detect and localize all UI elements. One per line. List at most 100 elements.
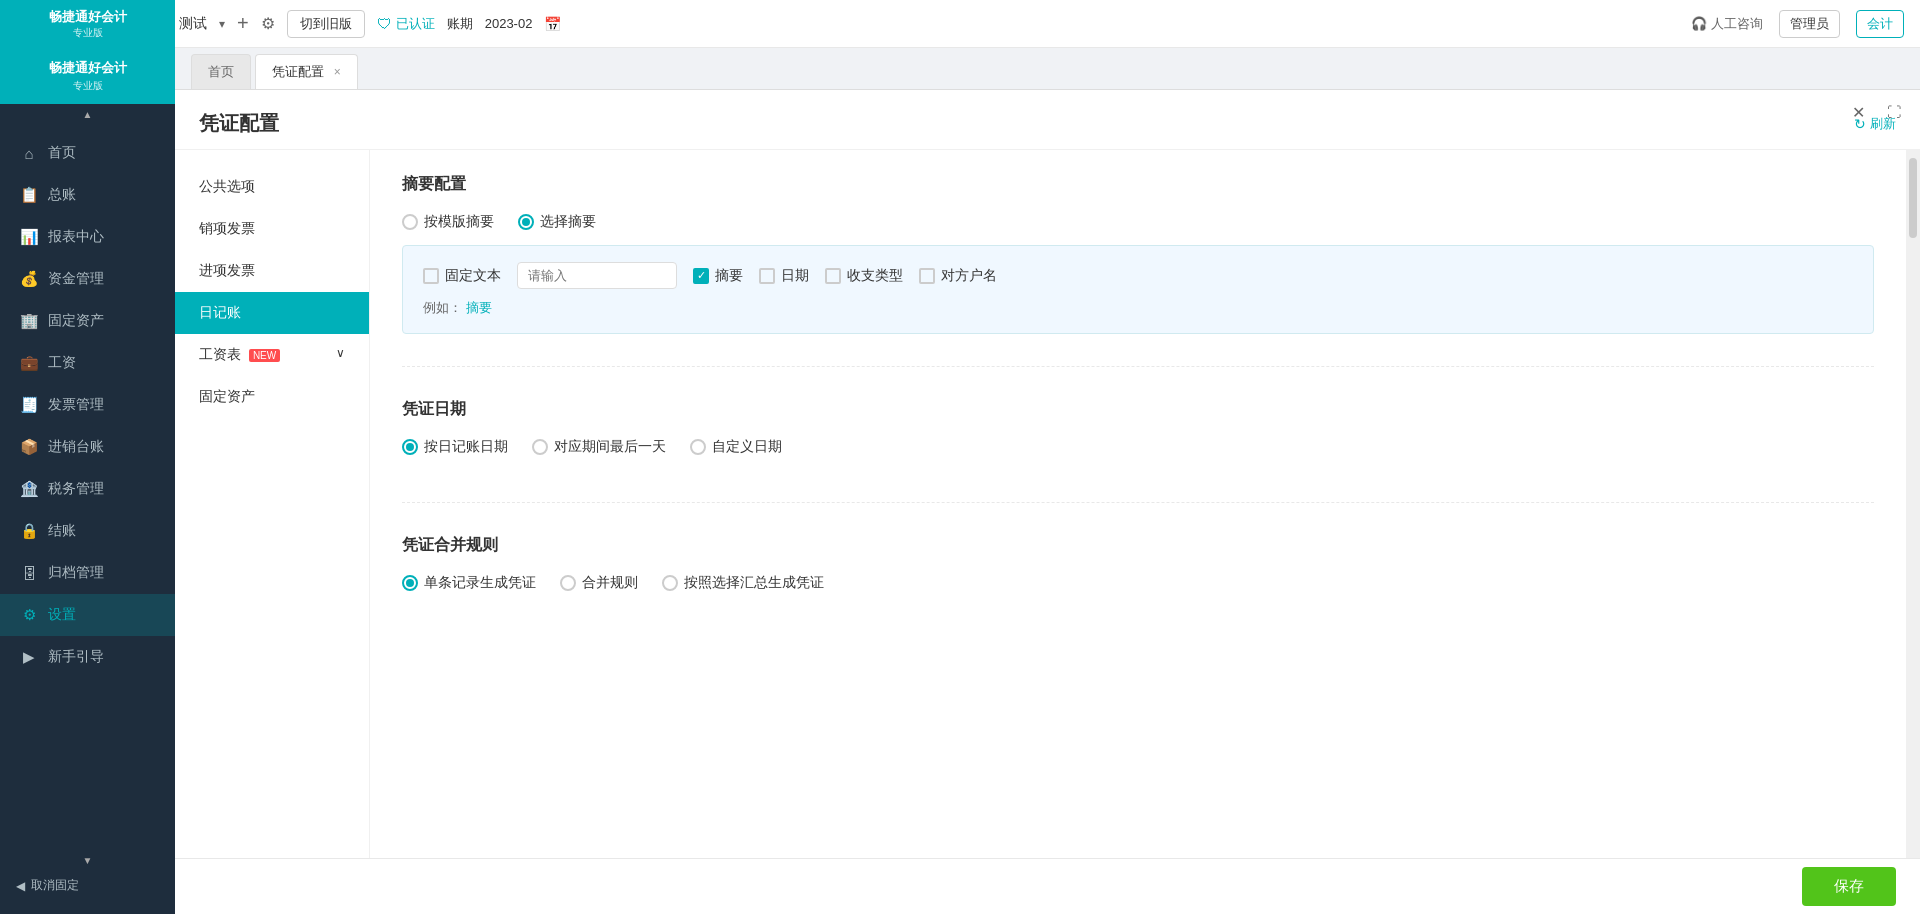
- pin-icon: ◀: [16, 879, 25, 893]
- bottom-bar: 保存: [175, 858, 1920, 914]
- checkbox-payment-type-box: [825, 268, 841, 284]
- sidebar-item-invoice[interactable]: 🧾 发票管理: [0, 384, 175, 426]
- voucher-date-radio-custom[interactable]: 自定义日期: [690, 438, 782, 456]
- scroll-thumb: [1909, 158, 1917, 238]
- merge-rule-radio-select-sum[interactable]: 按照选择汇总生成凭证: [662, 574, 824, 592]
- left-nav-fixed-assets-label: 固定资产: [199, 388, 255, 404]
- voucher-date-radio-period-last[interactable]: 对应期间最后一天: [532, 438, 666, 456]
- topbar-right: 🎧 人工咨询 管理员 会计: [1691, 10, 1904, 38]
- left-nav-purchase-invoice-label: 进项发票: [199, 262, 255, 278]
- sidebar-scroll-down[interactable]: ▼: [0, 850, 175, 870]
- merge-rule-radio-merge[interactable]: 合并规则: [560, 574, 638, 592]
- example-text: 例如： 摘要: [423, 299, 1853, 317]
- merge-rule-radio-single-label: 单条记录生成凭证: [424, 574, 536, 592]
- sidebar-item-label-assets: 固定资产: [48, 312, 104, 330]
- summary-radio-template[interactable]: 按模版摘要: [402, 213, 494, 231]
- sidebar-item-ledger[interactable]: 📋 总账: [0, 174, 175, 216]
- summary-radio-select-circle: [518, 214, 534, 230]
- sidebar-item-settings[interactable]: ⚙ 设置: [0, 594, 175, 636]
- checkbox-payment-type[interactable]: 收支类型: [825, 267, 903, 285]
- left-nav-public-label: 公共选项: [199, 178, 255, 194]
- sidebar-item-assets[interactable]: 🏢 固定资产: [0, 300, 175, 342]
- role-button[interactable]: 会计: [1856, 10, 1904, 38]
- sidebar-item-guide[interactable]: ▶ 新手引导: [0, 636, 175, 678]
- logo-sub: 专业版: [73, 26, 103, 40]
- sidebar-scroll-up[interactable]: ▲: [0, 104, 175, 124]
- left-nav-sales-invoice-label: 销项发票: [199, 220, 255, 236]
- merge-rule-radio-single[interactable]: 单条记录生成凭证: [402, 574, 536, 592]
- voucher-date-radio-journal-circle: [402, 439, 418, 455]
- old-version-button[interactable]: 切到旧版: [287, 10, 365, 38]
- checkbox-date[interactable]: 日期: [759, 267, 809, 285]
- tab-voucher-config-label: 凭证配置: [272, 64, 324, 79]
- merge-rule-radio-select-sum-label: 按照选择汇总生成凭证: [684, 574, 824, 592]
- page-header: 凭证配置 ↻ 刷新: [175, 90, 1920, 150]
- cancel-pin-label: 取消固定: [31, 877, 79, 894]
- main-layout: 畅捷通好会计 专业版 ▲ ⌂ 首页 📋 总账 📊 报表中心 💰 资金管理: [0, 48, 1920, 914]
- calendar-icon[interactable]: 📅: [544, 16, 561, 32]
- tax-icon: 🏦: [20, 480, 38, 498]
- sidebar-item-funds[interactable]: 💰 资金管理: [0, 258, 175, 300]
- voucher-date-radio-journal[interactable]: 按日记账日期: [402, 438, 508, 456]
- sidebar-item-salary[interactable]: 💼 工资: [0, 342, 175, 384]
- expand-page-button[interactable]: ⛶: [1880, 98, 1908, 126]
- sidebar-item-label-funds: 资金管理: [48, 270, 104, 288]
- service-button[interactable]: 🎧 人工咨询: [1691, 15, 1763, 33]
- tab-home[interactable]: 首页: [191, 54, 251, 89]
- sidebar-items: ⌂ 首页 📋 总账 📊 报表中心 💰 资金管理 🏢 固定资产 💼 工资: [0, 124, 175, 686]
- fixed-text-input[interactable]: [517, 262, 677, 289]
- section-summary: 摘要配置 按模版摘要 选择摘要: [402, 174, 1874, 367]
- left-nav-payroll[interactable]: 工资表 NEW ∨: [175, 334, 369, 376]
- checkbox-fixed-text[interactable]: 固定文本: [423, 267, 501, 285]
- left-nav: 公共选项 销项发票 进项发票 日记账 工资表 NEW ∨: [175, 150, 370, 858]
- sidebar-item-tax[interactable]: 🏦 税务管理: [0, 468, 175, 510]
- sidebar-item-label-guide: 新手引导: [48, 648, 104, 666]
- sidebar-item-archive[interactable]: 🗄 归档管理: [0, 552, 175, 594]
- expand-icon[interactable]: ∨: [336, 346, 345, 360]
- left-nav-purchase-invoice[interactable]: 进项发票: [175, 250, 369, 292]
- left-nav-public[interactable]: 公共选项: [175, 166, 369, 208]
- ledger-icon: 📋: [20, 186, 38, 204]
- cancel-pin-button[interactable]: ◀ 取消固定: [0, 867, 175, 904]
- sidebar-item-label-home: 首页: [48, 144, 76, 162]
- right-scrollbar[interactable]: [1906, 150, 1920, 858]
- gear-icon[interactable]: ⚙: [261, 14, 275, 33]
- checkbox-summary-label: 摘要: [715, 267, 743, 285]
- sidebar-logo: 畅捷通好会计 专业版: [0, 48, 175, 104]
- left-nav-sales-invoice[interactable]: 销项发票: [175, 208, 369, 250]
- checkbox-summary[interactable]: ✓ 摘要: [693, 267, 743, 285]
- sidebar-item-label-sales: 进销台账: [48, 438, 104, 456]
- summary-radio-select-label: 选择摘要: [540, 213, 596, 231]
- checkbox-date-box: [759, 268, 775, 284]
- left-nav-journal[interactable]: 日记账: [175, 292, 369, 334]
- sidebar-item-label-close: 结账: [48, 522, 76, 540]
- sidebar-item-label-salary: 工资: [48, 354, 76, 372]
- sidebar-item-label-ledger: 总账: [48, 186, 76, 204]
- dropdown-icon[interactable]: ▾: [219, 17, 225, 31]
- invoice-icon: 🧾: [20, 396, 38, 414]
- merge-rule-radio-merge-circle: [560, 575, 576, 591]
- settings-icon: ⚙: [20, 606, 38, 624]
- checkbox-fixed-text-box: [423, 268, 439, 284]
- checkbox-counterparty[interactable]: 对方户名: [919, 267, 997, 285]
- left-nav-fixed-assets[interactable]: 固定资产: [175, 376, 369, 418]
- sidebar-item-close[interactable]: 🔒 结账: [0, 510, 175, 552]
- summary-radio-select[interactable]: 选择摘要: [518, 213, 596, 231]
- section-merge-rule-title: 凭证合并规则: [402, 535, 1874, 556]
- save-button[interactable]: 保存: [1802, 867, 1896, 906]
- sidebar-item-label-tax: 税务管理: [48, 480, 104, 498]
- logo-title: 畅捷通好会计: [49, 8, 127, 26]
- plus-icon[interactable]: +: [237, 12, 249, 35]
- summary-options-row: 固定文本 ✓ 摘要 日期: [423, 262, 1853, 289]
- sidebar-item-report[interactable]: 📊 报表中心: [0, 216, 175, 258]
- close-page-button[interactable]: ✕: [1844, 98, 1872, 126]
- section-voucher-date: 凭证日期 按日记账日期 对应期间最后一天: [402, 399, 1874, 503]
- sidebar-item-sales[interactable]: 📦 进销台账: [0, 426, 175, 468]
- tab-voucher-config[interactable]: 凭证配置 ×: [255, 54, 358, 89]
- assets-icon: 🏢: [20, 312, 38, 330]
- sidebar-item-label-report: 报表中心: [48, 228, 104, 246]
- admin-button[interactable]: 管理员: [1779, 10, 1840, 38]
- tab-close-icon[interactable]: ×: [334, 65, 341, 79]
- sidebar-item-home[interactable]: ⌂ 首页: [0, 132, 175, 174]
- checkbox-counterparty-label: 对方户名: [941, 267, 997, 285]
